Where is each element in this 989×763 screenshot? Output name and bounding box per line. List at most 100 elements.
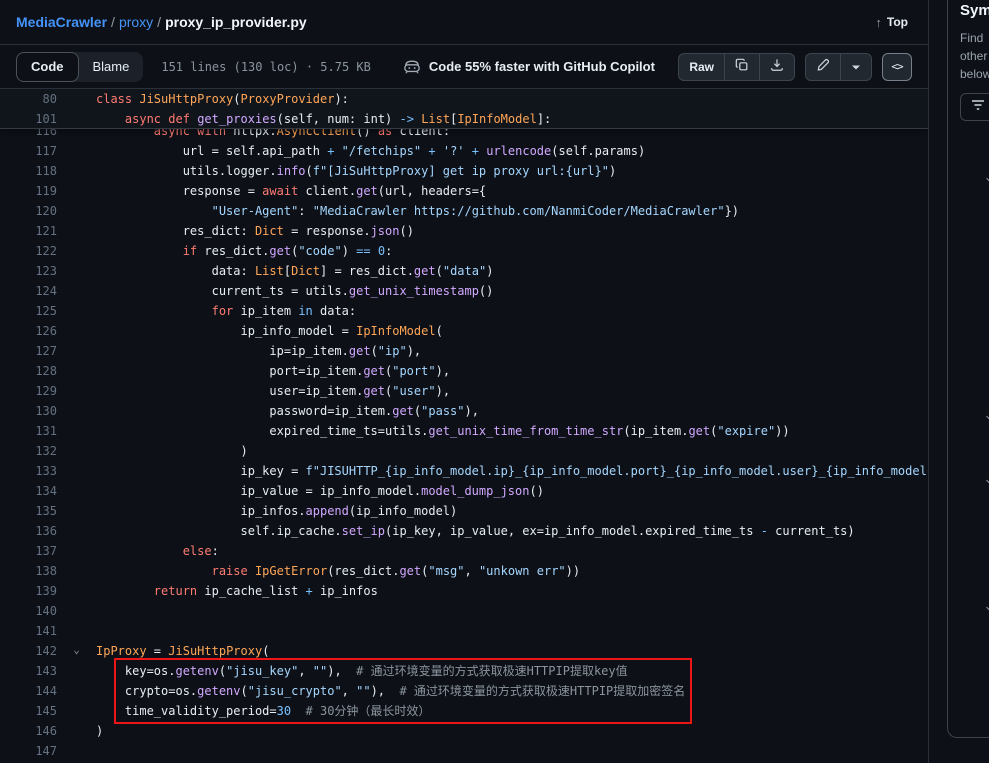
line-number[interactable]: 145 — [0, 701, 57, 721]
code-line: 132 ) — [0, 441, 928, 461]
copy-raw-button[interactable] — [724, 54, 759, 80]
symbol-group-chevron-icon[interactable]: ⌄ — [982, 410, 989, 424]
code-line: 101 async def get_proxies(self, num: int… — [0, 109, 928, 129]
breadcrumb-repo-link[interactable]: MediaCrawler — [16, 14, 107, 30]
code-line: 127 ip=ip_item.get("ip"), — [0, 341, 928, 361]
download-raw-button[interactable] — [759, 54, 794, 80]
code-line: 123 data: List[Dict] = res_dict.get("dat… — [0, 261, 928, 281]
edit-file-button[interactable] — [806, 54, 840, 80]
line-number[interactable]: 122 — [0, 241, 57, 261]
code-line: 142⌄IpProxy = JiSuHttpProxy( — [0, 641, 928, 661]
edit-actions-group — [805, 53, 872, 81]
line-number[interactable]: 130 — [0, 401, 57, 421]
code-line-text: expired_time_ts=utils.get_unix_time_from… — [96, 421, 928, 441]
tab-code[interactable]: Code — [16, 52, 79, 82]
gutter-spacer — [57, 521, 96, 541]
raw-actions-group: Raw — [678, 53, 795, 81]
breadcrumb-bar: MediaCrawler/proxy/proxy_ip_provider.py … — [0, 0, 928, 45]
code-line: 143 key=os.getenv("jisu_key", ""), # 通过环… — [0, 661, 928, 681]
line-number[interactable]: 117 — [0, 141, 57, 161]
line-number[interactable]: 120 — [0, 201, 57, 221]
code-line: 130 password=ip_item.get("pass"), — [0, 401, 928, 421]
back-to-top-button[interactable]: ↑ Top — [875, 15, 908, 30]
line-number[interactable]: 126 — [0, 321, 57, 341]
line-number[interactable]: 135 — [0, 501, 57, 521]
code-line-text — [96, 601, 928, 621]
code-line-text: port=ip_item.get("port"), — [96, 361, 928, 381]
toolbar-actions: Raw — [678, 53, 912, 81]
line-number[interactable]: 142 — [0, 641, 57, 661]
gutter-spacer — [57, 661, 96, 681]
code-line-text: ) — [96, 441, 928, 461]
symbol-group-chevron-icon[interactable]: ⌄ — [982, 601, 989, 615]
gutter-spacer — [57, 109, 96, 129]
code-line: 131 expired_time_ts=utils.get_unix_time_… — [0, 421, 928, 441]
code-line-text: data: List[Dict] = res_dict.get("data") — [96, 261, 928, 281]
code-line: 128 port=ip_item.get("port"), — [0, 361, 928, 381]
code-line: 120 "User-Agent": "MediaCrawler https://… — [0, 201, 928, 221]
code-line-text: password=ip_item.get("pass"), — [96, 401, 928, 421]
line-number[interactable]: 128 — [0, 361, 57, 381]
back-to-top-label: Top — [887, 15, 908, 29]
symbols-filter-input[interactable] — [960, 93, 989, 121]
line-number[interactable]: 119 — [0, 181, 57, 201]
line-number[interactable]: 131 — [0, 421, 57, 441]
description-line: other — [960, 47, 989, 65]
symbol-group-chevron-icon[interactable]: ⌄ — [982, 172, 989, 186]
line-number[interactable]: 123 — [0, 261, 57, 281]
breadcrumb-separator: / — [153, 14, 165, 30]
tab-blame[interactable]: Blame — [79, 52, 144, 82]
line-number[interactable]: 138 — [0, 561, 57, 581]
line-number[interactable]: 124 — [0, 281, 57, 301]
symbol-group-chevron-icon[interactable]: ⌄ — [982, 474, 989, 488]
line-number[interactable]: 143 — [0, 661, 57, 681]
line-number[interactable]: 139 — [0, 581, 57, 601]
code-line: 117 url = self.api_path + "/fetchips" + … — [0, 141, 928, 161]
gutter-spacer — [57, 381, 96, 401]
code-line: 129 user=ip_item.get("user"), — [0, 381, 928, 401]
code-line: 135 ip_infos.append(ip_info_model) — [0, 501, 928, 521]
raw-button[interactable]: Raw — [679, 54, 724, 80]
line-number[interactable]: 80 — [0, 89, 57, 109]
line-number[interactable]: 141 — [0, 621, 57, 641]
breadcrumb-folder-link[interactable]: proxy — [119, 14, 153, 30]
gutter-spacer — [57, 241, 96, 261]
line-number[interactable]: 136 — [0, 521, 57, 541]
line-number[interactable]: 147 — [0, 741, 57, 761]
line-number[interactable]: 132 — [0, 441, 57, 461]
download-icon — [770, 58, 784, 75]
gutter-spacer — [57, 581, 96, 601]
line-number[interactable]: 146 — [0, 721, 57, 741]
edit-dropdown-button[interactable] — [840, 54, 871, 80]
code-line-text: crypto=os.getenv("jisu_crypto", ""), # 通… — [96, 681, 928, 701]
code-line: 147 — [0, 741, 928, 761]
code-line: 137 else: — [0, 541, 928, 561]
line-number[interactable]: 118 — [0, 161, 57, 181]
code-line: 134 ip_value = ip_info_model.model_dump_… — [0, 481, 928, 501]
chevron-down-icon — [851, 60, 861, 74]
code-line-text — [96, 741, 928, 761]
line-number[interactable]: 121 — [0, 221, 57, 241]
code-line: 141 — [0, 621, 928, 641]
code-brackets-icon: <> — [891, 60, 902, 73]
fold-chevron-icon[interactable]: ⌄ — [57, 641, 96, 661]
gutter-spacer — [57, 421, 96, 441]
code-line: 126 ip_info_model = IpInfoModel( — [0, 321, 928, 341]
line-number[interactable]: 125 — [0, 301, 57, 321]
line-number[interactable]: 137 — [0, 541, 57, 561]
gutter-spacer — [57, 541, 96, 561]
gutter-spacer — [57, 89, 96, 109]
line-number[interactable]: 133 — [0, 461, 57, 481]
line-number[interactable]: 127 — [0, 341, 57, 361]
gutter-spacer — [57, 481, 96, 501]
line-number[interactable]: 144 — [0, 681, 57, 701]
symbols-panel-toggle-button[interactable]: <> — [882, 53, 912, 81]
line-number[interactable]: 101 — [0, 109, 57, 129]
file-meta-info: 151 lines (130 loc) · 5.75 KB — [161, 60, 371, 74]
file-view: MediaCrawler/proxy/proxy_ip_provider.py … — [0, 0, 929, 763]
code-line-text: ip=ip_item.get("ip"), — [96, 341, 928, 361]
line-number[interactable]: 134 — [0, 481, 57, 501]
line-number[interactable]: 140 — [0, 601, 57, 621]
line-number[interactable]: 129 — [0, 381, 57, 401]
code-line-text: IpProxy = JiSuHttpProxy( — [96, 641, 928, 661]
